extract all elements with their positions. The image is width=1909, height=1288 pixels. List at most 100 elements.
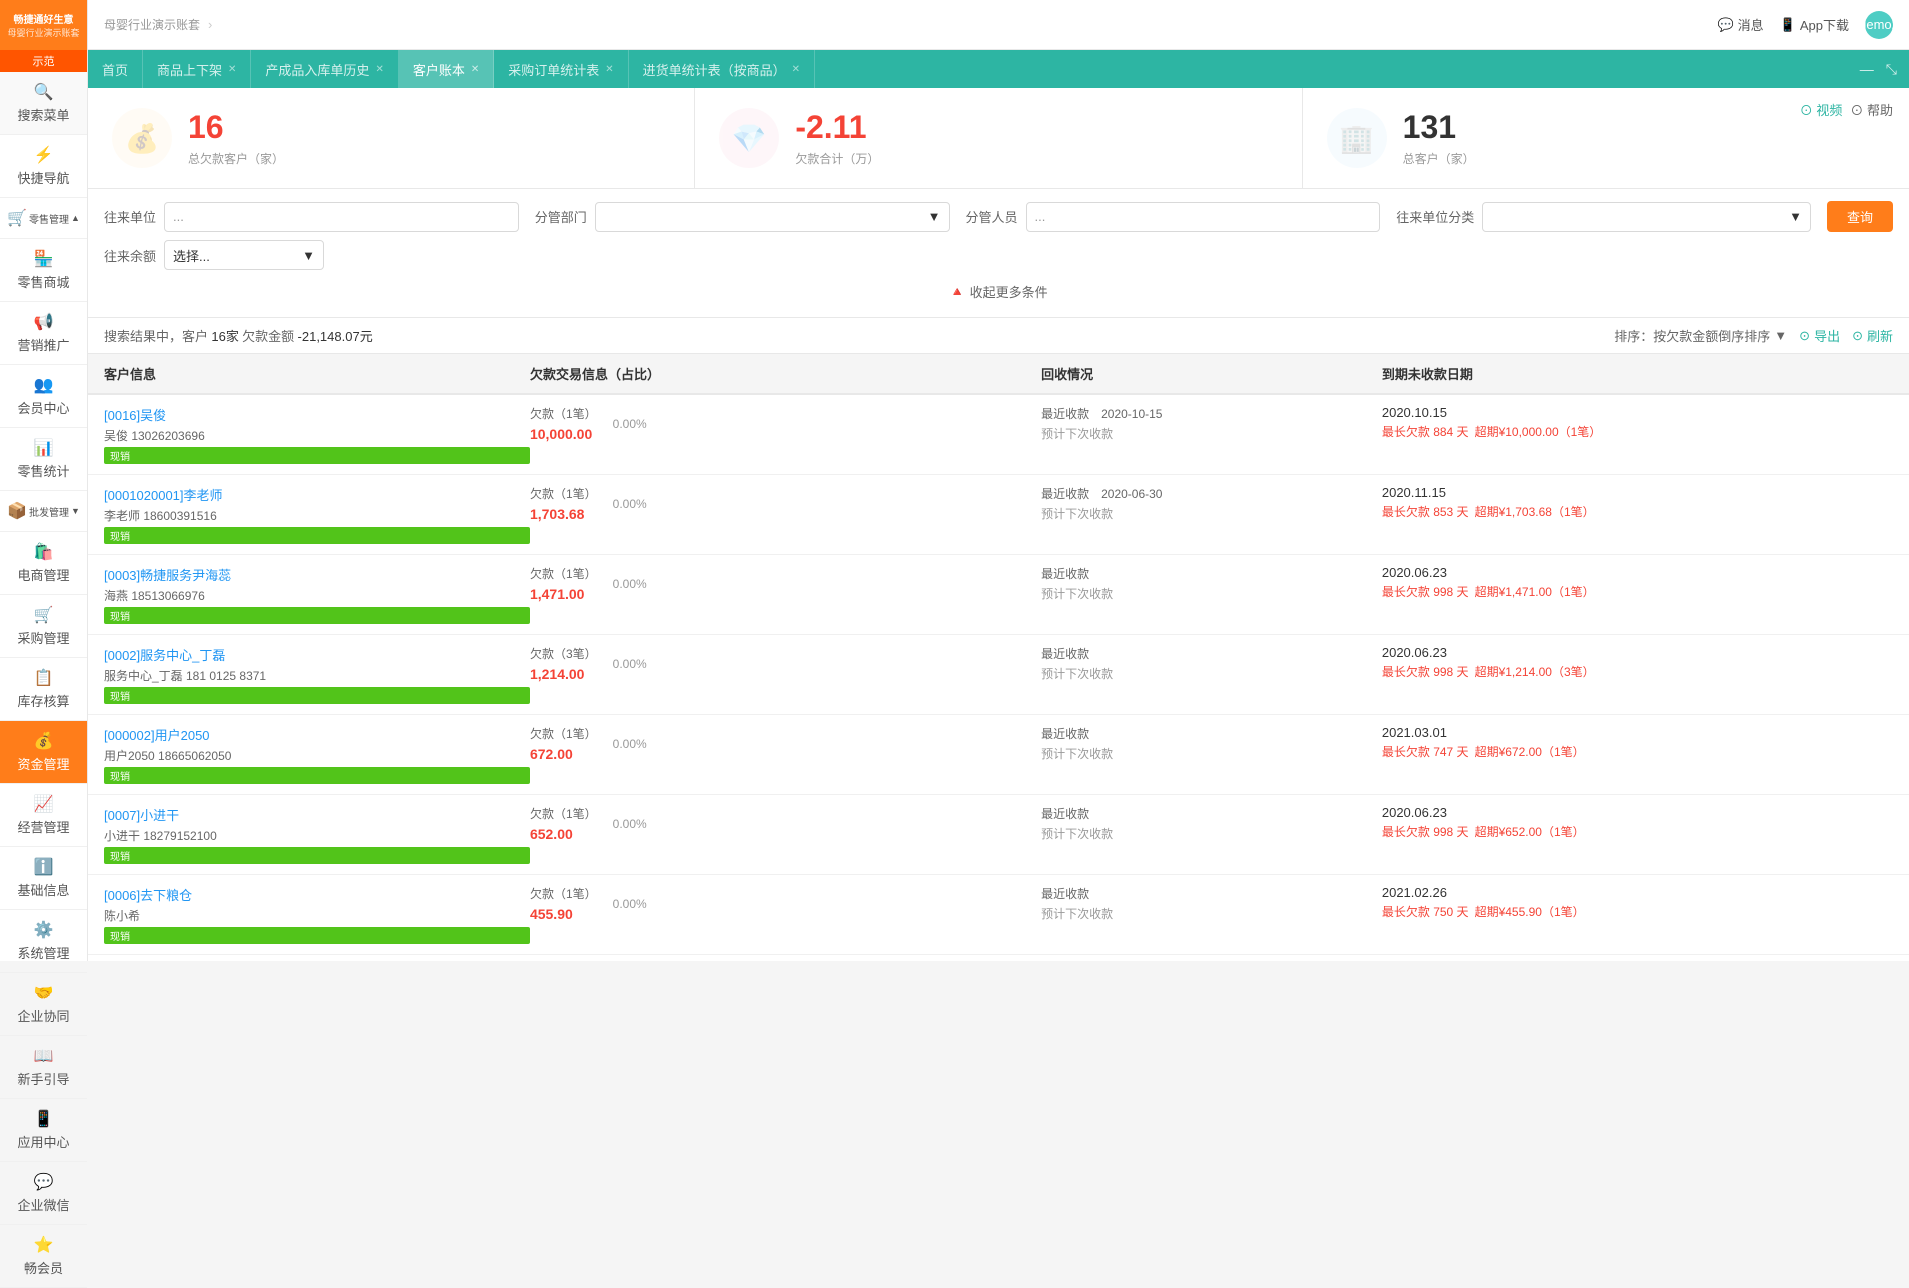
- customer-count: 16家: [211, 329, 238, 344]
- overdue-link-6[interactable]: 超期¥455.90（1笔）: [1475, 903, 1585, 920]
- sidebar-item-apps[interactable]: 📱 应用中心: [0, 1099, 87, 1162]
- sidebar-item-retail-stats[interactable]: 📊 零售统计: [0, 428, 87, 491]
- guide-icon: 📖: [34, 1046, 54, 1066]
- user-name: demo2: [1859, 17, 1899, 32]
- overdue-link-2[interactable]: 超期¥1,471.00（1笔）: [1475, 583, 1595, 600]
- help-btn[interactable]: ⊙ 帮助: [1850, 100, 1893, 119]
- tab-inventory[interactable]: 进货单统计表（按商品） ✕: [629, 50, 815, 88]
- col-header-customer: 客户信息: [104, 364, 530, 383]
- sidebar-item-batch-mgmt[interactable]: 📦 批发管理 ▼: [0, 491, 87, 532]
- message-label: 消息: [1738, 15, 1764, 34]
- customer-name-1[interactable]: [0001020001]李老师: [104, 485, 530, 504]
- sidebar-item-basic[interactable]: ℹ️ 基础信息: [0, 847, 87, 910]
- stat-card-customers: 💰 16 总欠款客户（家）: [88, 88, 695, 188]
- sidebar-item-system[interactable]: ⚙️ 系统管理: [0, 910, 87, 973]
- refresh-icon: ⊙: [1852, 328, 1863, 344]
- customer-name-5[interactable]: [0007]小进干: [104, 805, 530, 824]
- filter-row-2: 往来余额 选择... ▼: [104, 240, 1893, 270]
- export-btn[interactable]: ⊙ 导出: [1799, 326, 1840, 345]
- tab-product[interactable]: 商品上下架 ✕: [143, 50, 251, 88]
- app-download-label: App下载: [1800, 15, 1849, 34]
- customer-name-4[interactable]: [000002]用户2050: [104, 725, 530, 744]
- recovery-next-2: 预计下次收款: [1041, 585, 1382, 602]
- tab-product-close[interactable]: ✕: [228, 64, 236, 75]
- sidebar-item-retail-mall[interactable]: 🏪 零售商城: [0, 239, 87, 302]
- customer-cell-5: [0007]小进干 小进干 18279152100 现销: [104, 805, 530, 864]
- tab-purchase-close[interactable]: ✕: [605, 64, 613, 75]
- stat-icon-customers: 💰: [112, 108, 172, 168]
- customer-name-0[interactable]: [0016]吴俊: [104, 405, 530, 424]
- sidebar-item-wechat[interactable]: 💬 企业微信: [0, 1162, 87, 1225]
- arrears-amount-3[interactable]: 1,214.00: [530, 666, 597, 682]
- tab-production[interactable]: 产成品入库单历史 ✕: [251, 50, 398, 88]
- table-row: [0003]畅捷服务尹海蕊 海燕 18513066976 现销 欠款（1笔） 1…: [88, 555, 1909, 635]
- unit-category-select[interactable]: ▼: [1482, 202, 1811, 232]
- message-icon: 💬: [1717, 17, 1733, 33]
- sidebar-item-retail-stats-label: 零售统计: [17, 461, 69, 480]
- sidebar-item-guide[interactable]: 📖 新手引导: [0, 1036, 87, 1099]
- sidebar-item-search[interactable]: 🔍 搜索菜单: [0, 72, 87, 135]
- customer-name-6[interactable]: [0006]去下粮仓: [104, 885, 530, 904]
- ecommerce-icon: 🛍️: [34, 542, 54, 562]
- dept-select[interactable]: ▼: [595, 202, 950, 232]
- balance-select[interactable]: 选择... ▼: [164, 240, 324, 270]
- tab-customer[interactable]: 客户账本 ✕: [399, 50, 494, 88]
- sidebar-item-quick-nav[interactable]: ⚡ 快捷导航: [0, 135, 87, 198]
- arrears-amount-5[interactable]: 652.00: [530, 826, 597, 842]
- avatar[interactable]: demo2: [1865, 11, 1893, 39]
- customer-name-3[interactable]: [0002]服务中心_丁磊: [104, 645, 530, 664]
- tab-purchase[interactable]: 采购订单统计表 ✕: [494, 50, 628, 88]
- sidebar-item-inventory[interactable]: 📋 库存核算: [0, 658, 87, 721]
- arrears-amount-2[interactable]: 1,471.00: [530, 586, 597, 602]
- sidebar-item-ecommerce[interactable]: 🛍️ 电商管理: [0, 532, 87, 595]
- tab-customer-label: 客户账本: [413, 60, 465, 79]
- sidebar-item-member2[interactable]: ⭐ 畅会员: [0, 1225, 87, 1288]
- arrears-row-2: 欠款（1笔） 1,471.00 0.00%: [530, 565, 1041, 602]
- arrears-cell-5: 欠款（1笔） 652.00 0.00%: [530, 805, 1041, 842]
- query-button[interactable]: 查询: [1827, 201, 1893, 232]
- stat-card-amount: 💎 -2.11 欠款合计（万）: [695, 88, 1302, 188]
- table-row: [0006]去下粮仓 陈小希 现销 欠款（1笔） 455.90 0.00% 最近…: [88, 875, 1909, 955]
- overdue-cell-5: 2020.06.23 最长欠款 998 天 超期¥652.00（1笔）: [1382, 805, 1893, 840]
- arrears-amount-1[interactable]: 1,703.68: [530, 506, 597, 522]
- sidebar-item-finance[interactable]: 💰 资金管理: [0, 721, 87, 784]
- from-unit-input[interactable]: ...: [164, 202, 519, 232]
- demo-label[interactable]: 示范: [0, 50, 87, 72]
- sidebar-item-apps-label: 应用中心: [17, 1132, 69, 1151]
- customer-cell-4: [000002]用户2050 用户2050 18665062050 现销: [104, 725, 530, 784]
- collapse-btn[interactable]: 🔺 收起更多条件: [949, 282, 1047, 301]
- app-download-btn[interactable]: 📱 App下载: [1780, 15, 1849, 34]
- tab-production-close[interactable]: ✕: [375, 64, 383, 75]
- filter-unit-category: 往来单位分类 ▼: [1396, 202, 1811, 232]
- overdue-link-5[interactable]: 超期¥652.00（1笔）: [1475, 823, 1585, 840]
- recovery-cell-1: 最近收款 2020-06-30 预计下次收款: [1041, 485, 1382, 522]
- sidebar-item-marketing[interactable]: 📢 营销推广: [0, 302, 87, 365]
- sort-btn[interactable]: 排序：按欠款金额倒序排序 ▼: [1614, 326, 1787, 345]
- person-input[interactable]: ...: [1026, 202, 1381, 232]
- arrears-amount-4[interactable]: 672.00: [530, 746, 597, 762]
- video-btn[interactable]: ⊙ 视频: [1800, 100, 1843, 119]
- overdue-cell-0: 2020.10.15 最长欠款 884 天 超期¥10,000.00（1笔）: [1382, 405, 1893, 440]
- sidebar-item-purchase[interactable]: 🛒 采购管理: [0, 595, 87, 658]
- overdue-link-4[interactable]: 超期¥672.00（1笔）: [1475, 743, 1585, 760]
- tabs-expand-btn[interactable]: ⤡: [1882, 59, 1901, 80]
- sidebar-item-enterprise[interactable]: 🤝 企业协同: [0, 973, 87, 1036]
- tab-customer-close[interactable]: ✕: [471, 64, 479, 75]
- tab-inventory-close[interactable]: ✕: [792, 64, 800, 75]
- customer-name-2[interactable]: [0003]畅捷服务尹海蕊: [104, 565, 530, 584]
- arrears-amount-6[interactable]: 455.90: [530, 906, 597, 922]
- overdue-link-1[interactable]: 超期¥1,703.68（1笔）: [1475, 503, 1595, 520]
- sidebar-item-retail-mgmt[interactable]: 🛒 零售管理 ▲: [0, 198, 87, 239]
- tab-home[interactable]: 首页: [88, 50, 143, 88]
- arrears-percent-3: 0.00%: [613, 657, 647, 671]
- message-btn[interactable]: 💬 消息: [1717, 15, 1763, 34]
- overdue-link-0[interactable]: 超期¥10,000.00（1笔）: [1475, 423, 1602, 440]
- overdue-link-3[interactable]: 超期¥1,214.00（3笔）: [1475, 663, 1595, 680]
- refresh-btn[interactable]: ⊙ 刷新: [1852, 326, 1893, 345]
- sidebar-item-operations[interactable]: 📈 经营管理: [0, 784, 87, 847]
- customer-phone-6: 陈小希: [104, 907, 530, 924]
- customer-cell-2: [0003]畅捷服务尹海蕊 海燕 18513066976 现销: [104, 565, 530, 624]
- tabs-minimize-btn[interactable]: —: [1856, 59, 1878, 79]
- arrears-amount-0[interactable]: 10,000.00: [530, 426, 597, 442]
- sidebar-item-member[interactable]: 👥 会员中心: [0, 365, 87, 428]
